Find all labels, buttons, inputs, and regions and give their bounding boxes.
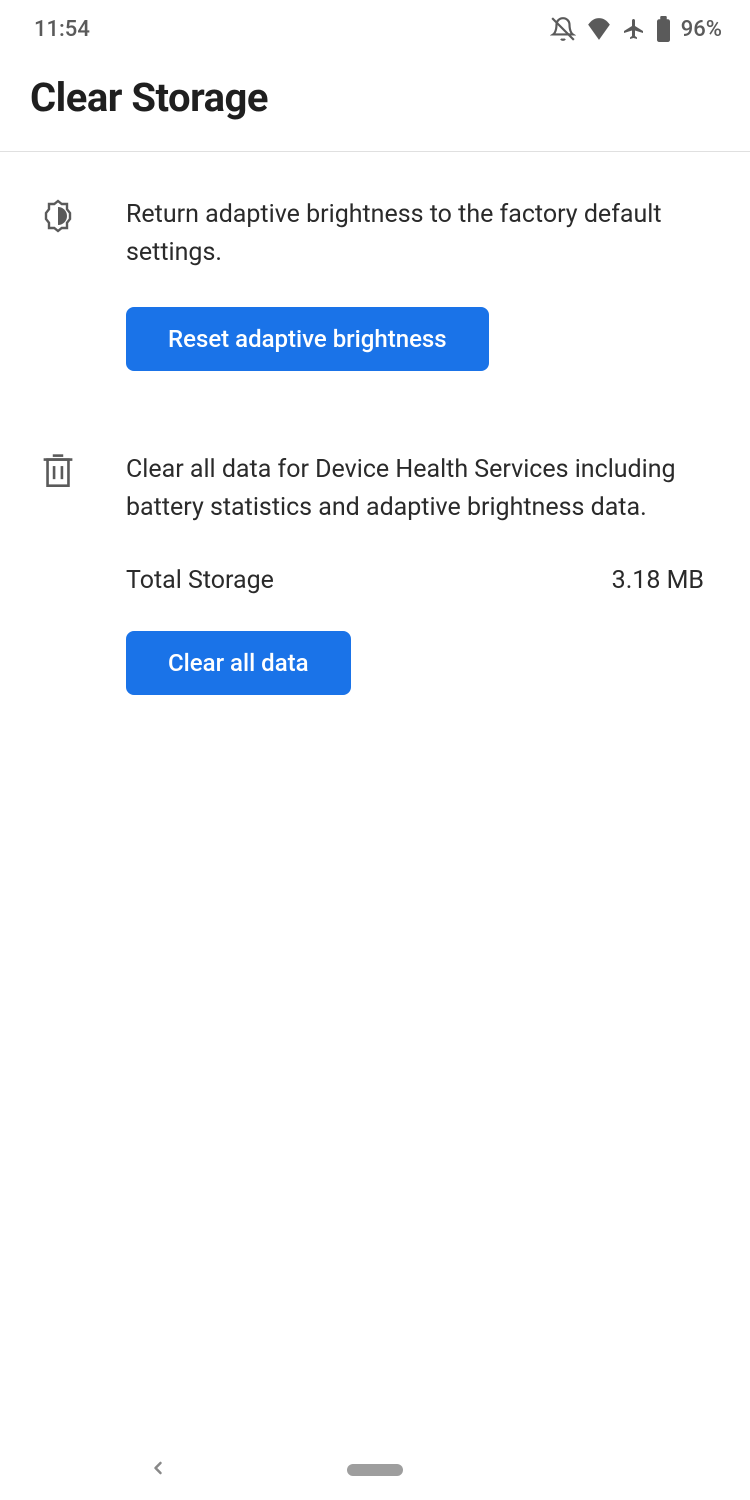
trash-icon [40, 451, 76, 487]
main-content: Return adaptive brightness to the factor… [0, 152, 750, 695]
storage-value: 3.18 MB [612, 566, 704, 595]
notifications-off-icon [550, 16, 576, 42]
airplane-icon [622, 17, 646, 41]
nav-bar [0, 1440, 750, 1500]
page-title: Clear Storage [30, 74, 720, 121]
battery-icon [656, 16, 671, 42]
brightness-body: Return adaptive brightness to the factor… [126, 196, 710, 371]
clear-data-description: Clear all data for Device Health Service… [126, 451, 710, 526]
status-bar: 11:54 96% [0, 0, 750, 50]
reset-brightness-button[interactable]: Reset adaptive brightness [126, 307, 489, 371]
brightness-section: Return adaptive brightness to the factor… [40, 196, 710, 371]
battery-percent: 96% [681, 17, 722, 42]
home-pill[interactable] [347, 1464, 403, 1476]
clear-data-body: Clear all data for Device Health Service… [126, 451, 710, 695]
brightness-icon [40, 196, 76, 232]
clear-all-data-button[interactable]: Clear all data [126, 631, 351, 695]
back-icon[interactable] [148, 1458, 168, 1482]
storage-label: Total Storage [126, 566, 274, 595]
status-time: 11:54 [34, 17, 90, 42]
clear-data-section: Clear all data for Device Health Service… [40, 451, 710, 695]
wifi-icon [586, 18, 612, 40]
status-icons: 96% [550, 16, 722, 42]
brightness-description: Return adaptive brightness to the factor… [126, 196, 710, 271]
header: Clear Storage [0, 50, 750, 151]
storage-row: Total Storage 3.18 MB [126, 566, 710, 595]
